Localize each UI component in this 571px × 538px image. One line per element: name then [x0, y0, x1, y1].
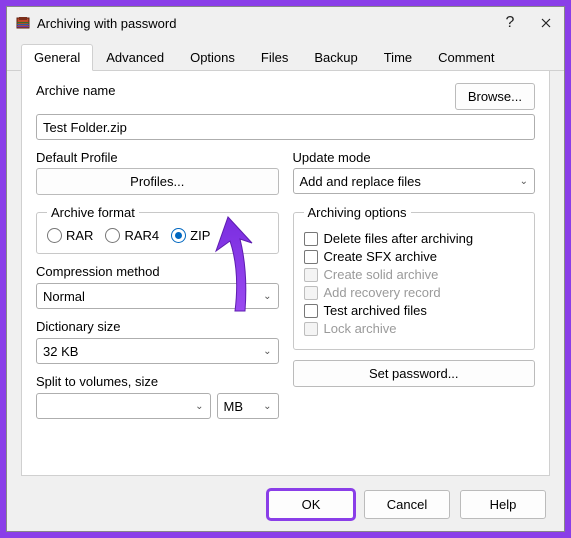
radio-rar[interactable]: RAR: [47, 228, 93, 243]
close-button[interactable]: [528, 8, 564, 38]
chk-sfx[interactable]: Create SFX archive: [304, 249, 525, 264]
update-mode-label: Update mode: [293, 150, 536, 165]
tab-general[interactable]: General: [21, 44, 93, 71]
chevron-down-icon: ⌄: [520, 176, 528, 187]
radio-zip[interactable]: ZIP: [171, 228, 210, 243]
cancel-button[interactable]: Cancel: [364, 490, 450, 519]
help-button-footer[interactable]: Help: [460, 490, 546, 519]
update-mode-dropdown[interactable]: Add and replace files ⌄: [293, 168, 536, 194]
help-button[interactable]: ?: [492, 8, 528, 38]
browse-button[interactable]: Browse...: [455, 83, 535, 110]
archive-name-input[interactable]: [36, 114, 535, 140]
split-unit-dropdown[interactable]: MB ⌄: [217, 393, 279, 419]
chevron-down-icon: ⌄: [263, 291, 271, 302]
ok-button[interactable]: OK: [268, 490, 354, 519]
tab-comment[interactable]: Comment: [425, 44, 507, 71]
archive-format-legend: Archive format: [47, 205, 139, 220]
tab-time[interactable]: Time: [371, 44, 425, 71]
update-mode-value: Add and replace files: [300, 174, 421, 189]
tab-strip: General Advanced Options Files Backup Ti…: [7, 39, 564, 71]
archiving-options-legend: Archiving options: [304, 205, 411, 220]
chk-delete-after[interactable]: Delete files after archiving: [304, 231, 525, 246]
dictionary-dropdown[interactable]: 32 KB ⌄: [36, 338, 279, 364]
radio-rar4[interactable]: RAR4: [105, 228, 159, 243]
chk-solid: Create solid archive: [304, 267, 525, 282]
dialog-footer: OK Cancel Help: [7, 484, 564, 531]
tab-options[interactable]: Options: [177, 44, 248, 71]
app-icon: [15, 15, 31, 31]
profiles-button[interactable]: Profiles...: [36, 168, 279, 195]
compression-dropdown[interactable]: Normal ⌄: [36, 283, 279, 309]
tab-files[interactable]: Files: [248, 44, 301, 71]
archiving-options-group: Archiving options Delete files after arc…: [293, 205, 536, 350]
tab-backup[interactable]: Backup: [301, 44, 370, 71]
set-password-button[interactable]: Set password...: [293, 360, 536, 387]
chk-recovery: Add recovery record: [304, 285, 525, 300]
archive-format-group: Archive format RAR RAR4 ZIP: [36, 205, 279, 254]
tab-advanced[interactable]: Advanced: [93, 44, 177, 71]
general-panel: Archive name Browse... Default Profile P…: [21, 71, 550, 476]
dictionary-label: Dictionary size: [36, 319, 121, 334]
compression-label: Compression method: [36, 264, 160, 279]
chevron-down-icon: ⌄: [263, 401, 271, 412]
chk-test[interactable]: Test archived files: [304, 303, 525, 318]
dialog-window: Archiving with password ? General Advanc…: [6, 6, 565, 532]
chk-lock: Lock archive: [304, 321, 525, 336]
default-profile-label: Default Profile: [36, 150, 279, 165]
titlebar: Archiving with password ?: [7, 7, 564, 39]
archive-name-label: Archive name: [36, 83, 421, 98]
chevron-down-icon: ⌄: [195, 401, 203, 412]
split-size-combo[interactable]: ⌄: [36, 393, 211, 419]
split-label: Split to volumes, size: [36, 374, 158, 389]
chevron-down-icon: ⌄: [263, 346, 271, 357]
window-title: Archiving with password: [37, 16, 492, 31]
